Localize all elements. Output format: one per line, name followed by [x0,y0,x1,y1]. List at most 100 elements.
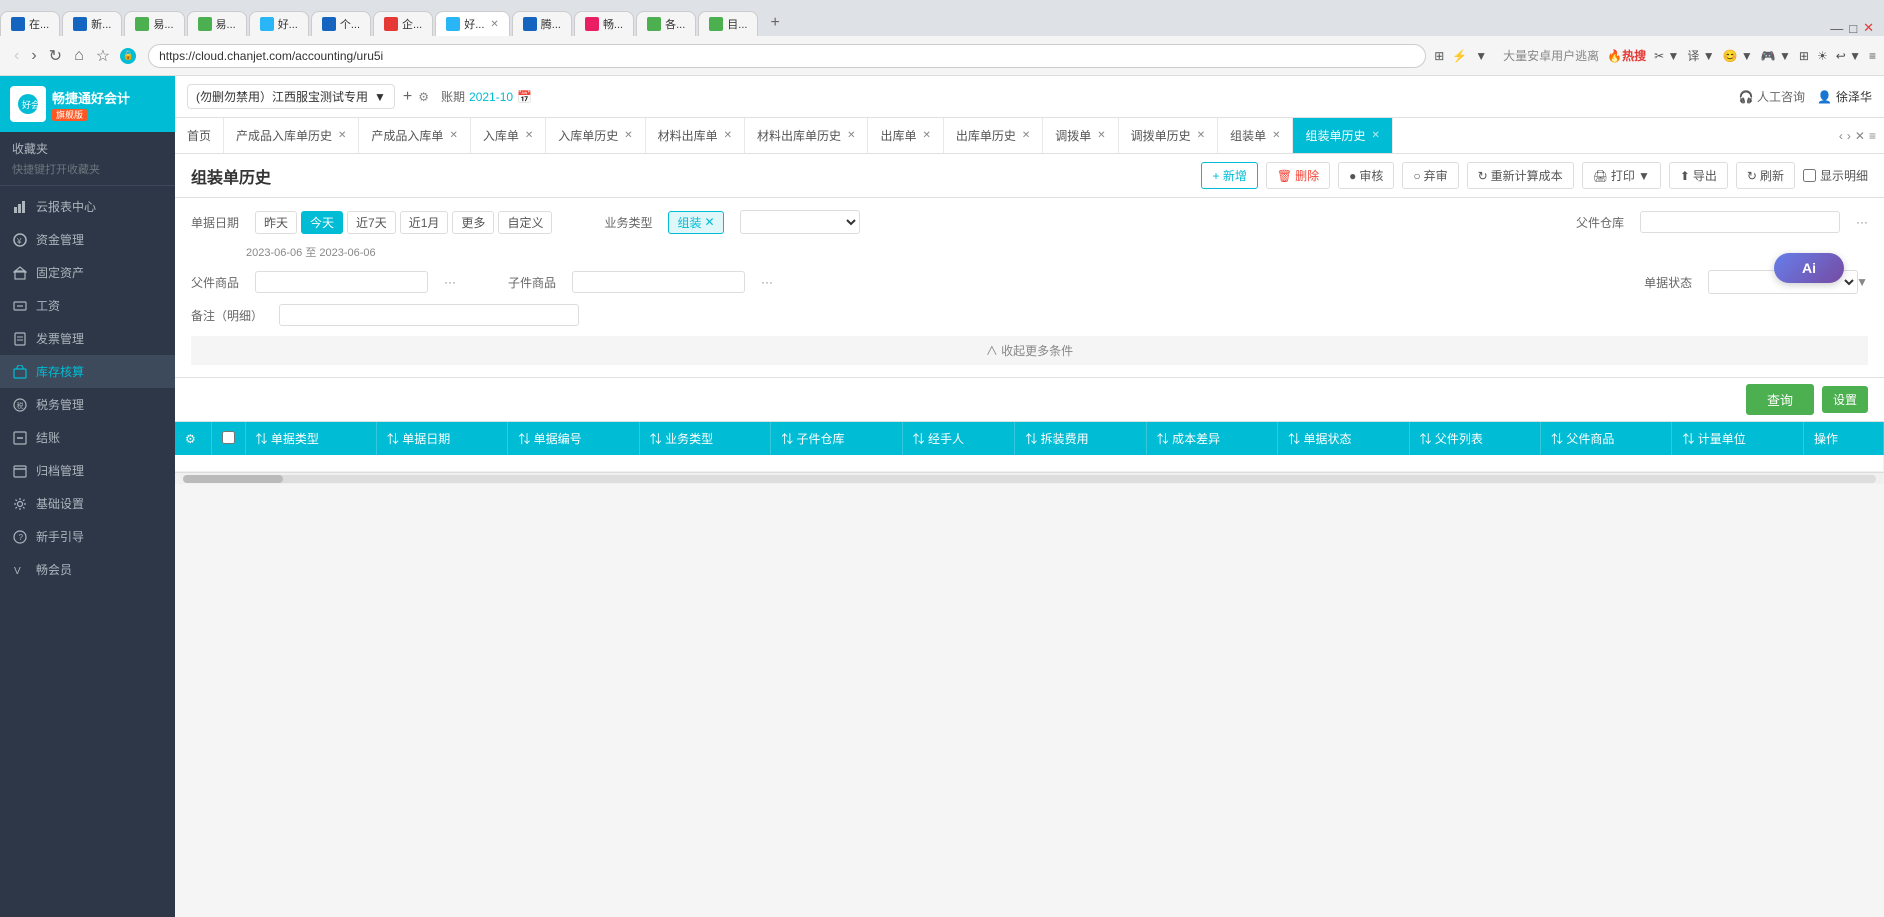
select-all-checkbox[interactable] [222,431,235,444]
tabs-close-icon[interactable]: ✕ [1855,129,1865,143]
sidebar-item-close-account[interactable]: 结账 [0,421,175,454]
remark-input[interactable] [279,304,579,326]
translate-tool[interactable]: 译 ▼ [1687,47,1714,64]
dropdown-icon[interactable]: ▼ [1475,49,1487,63]
emoji-tool[interactable]: 😊 ▼ [1723,49,1753,63]
sidebar-item-salary[interactable]: 工资 [0,289,175,322]
child-goods-input[interactable] [572,271,745,293]
tab-close-5[interactable]: ✕ [724,130,732,141]
delete-button[interactable]: 🗑 删除 [1266,162,1330,189]
tab-inbound-history[interactable]: 入库单历史 ✕ [546,118,645,154]
audit-button[interactable]: ● 审核 [1338,162,1394,189]
date-btn-today[interactable]: 今天 [301,211,343,234]
favorites-subtitle[interactable]: 快捷键打开收藏夹 [12,161,163,177]
th-handler[interactable]: ⇅ 经手人 [902,422,1015,455]
th-bill-no[interactable]: ⇅ 单据编号 [508,422,639,455]
home-button[interactable]: ⌂ [68,45,90,67]
favorites-title[interactable]: 收藏夹 [12,140,163,157]
tab-close-1[interactable]: ✕ [338,130,346,141]
tab-outbound-history[interactable]: 出库单历史 ✕ [944,118,1043,154]
browser-tab-2[interactable]: 易... [124,11,184,36]
tab-transfer-history[interactable]: 调拨单历史 ✕ [1119,118,1218,154]
tab-finished-goods-history[interactable]: 产成品入库单历史 ✕ [224,118,359,154]
sidebar-item-fixed-assets[interactable]: 固定资产 [0,256,175,289]
window-close-btn[interactable]: ✕ [1863,20,1874,36]
th-bill-date[interactable]: ⇅ 单据日期 [376,422,507,455]
sidebar-item-archive[interactable]: 归档管理 [0,454,175,487]
address-bar[interactable] [148,44,1426,68]
browser-tab-5[interactable]: 个... [311,11,371,36]
sidebar-item-inventory[interactable]: 库存核算 [0,355,175,388]
refresh-button[interactable]: ↻ 刷新 [1736,162,1795,189]
tab-close-10[interactable]: ✕ [1197,130,1205,141]
browser-tab-9[interactable]: 畅... [574,11,634,36]
sidebar-item-fund-management[interactable]: ¥ 资金管理 [0,223,175,256]
browser-tab-close-7[interactable]: ✕ [490,19,498,30]
th-bill-status[interactable]: ⇅ 单据状态 [1278,422,1409,455]
th-disassemble-fee[interactable]: ⇅ 拆装费用 [1015,422,1146,455]
user-info[interactable]: 👤 徐泽华 [1817,88,1872,105]
parent-warehouse-input[interactable] [1640,211,1840,233]
account-settings-btn[interactable]: ⚙ [418,90,429,104]
browser-tab-11[interactable]: 目... [698,11,758,36]
browser-tab-6[interactable]: 企... [373,11,433,36]
tab-close-12[interactable]: ✕ [1372,130,1380,141]
browser-tab-3[interactable]: 易... [187,11,247,36]
ai-float-button[interactable]: Ai [1774,253,1844,283]
browser-tab-7[interactable]: 好... ✕ [435,11,510,36]
abandon-button[interactable]: ○ 弃审 [1402,162,1458,189]
sidebar-item-member[interactable]: V 畅会员 [0,553,175,586]
lightning-icon[interactable]: ⚡ [1452,49,1467,63]
sidebar-item-invoice[interactable]: 发票管理 [0,322,175,355]
browser-tab-0[interactable]: 在... [0,11,60,36]
forward-button[interactable]: › [25,45,42,67]
tabs-next-icon[interactable]: › [1847,129,1851,143]
th-bill-type[interactable]: ⇅ 单据类型 [245,422,376,455]
show-detail-checkbox-label[interactable]: 显示明细 [1803,167,1868,184]
extensions-icon[interactable]: ⊞ [1434,49,1444,63]
th-child-warehouse[interactable]: ⇅ 子件仓库 [771,422,902,455]
add-button[interactable]: + 新增 [1201,162,1257,189]
print-button[interactable]: 🖨 打印 ▼ [1582,162,1661,189]
date-btn-7days[interactable]: 近7天 [347,211,396,234]
date-btn-custom[interactable]: 自定义 [498,211,552,234]
show-detail-checkbox[interactable] [1803,169,1816,182]
tab-close-8[interactable]: ✕ [1022,130,1030,141]
th-business-type[interactable]: ⇅ 业务类型 [639,422,770,455]
tab-close-2[interactable]: ✕ [449,130,457,141]
sun-tool[interactable]: ☀ [1817,49,1828,63]
tab-outbound[interactable]: 出库单 ✕ [868,118,943,154]
tab-home[interactable]: 首页 [175,118,224,154]
tab-material-outbound-history[interactable]: 材料出库单历史 ✕ [745,118,868,154]
th-parent-list[interactable]: ⇅ 父件列表 [1409,422,1540,455]
tab-material-outbound[interactable]: 材料出库单 ✕ [646,118,745,154]
th-checkbox[interactable] [211,422,245,455]
settings-filter-button[interactable]: 设置 [1822,386,1868,413]
th-settings[interactable]: ⚙ [175,422,211,455]
cut-tool[interactable]: ✂ ▼ [1654,49,1679,63]
tab-close-7[interactable]: ✕ [922,130,930,141]
sidebar-item-cloud-reports[interactable]: 云报表中心 [0,190,175,223]
browser-tab-4[interactable]: 好... [249,11,309,36]
sidebar-item-tax[interactable]: 税 税务管理 [0,388,175,421]
child-goods-more-btn[interactable]: ··· [761,275,773,289]
refresh-browser-button[interactable]: ↻ [43,44,68,68]
collapse-bar[interactable]: ∧ 收起更多条件 [191,336,1868,365]
tab-assembly-history[interactable]: 组装单历史 ✕ [1293,118,1392,154]
scrollbar-thumb[interactable] [183,475,283,483]
date-btn-1month[interactable]: 近1月 [400,211,449,234]
tabs-menu-icon[interactable]: ≡ [1869,129,1876,143]
browser-tab-8[interactable]: 腾... [512,11,572,36]
back-button[interactable]: ‹ [8,45,25,67]
browser-tab-1[interactable]: 新... [62,11,122,36]
business-type-select[interactable] [740,210,860,234]
browser-tab-10[interactable]: 各... [636,11,696,36]
horizontal-scrollbar[interactable] [175,472,1884,484]
tab-close-4[interactable]: ✕ [624,130,632,141]
th-parent-goods[interactable]: ⇅ 父件商品 [1541,422,1672,455]
tab-close-11[interactable]: ✕ [1272,130,1280,141]
window-maximize-btn[interactable]: □ [1849,21,1857,36]
query-button[interactable]: 查询 [1746,384,1814,415]
bookmark-button[interactable]: ☆ [90,44,116,68]
parent-warehouse-more-btn[interactable]: ··· [1856,215,1868,229]
